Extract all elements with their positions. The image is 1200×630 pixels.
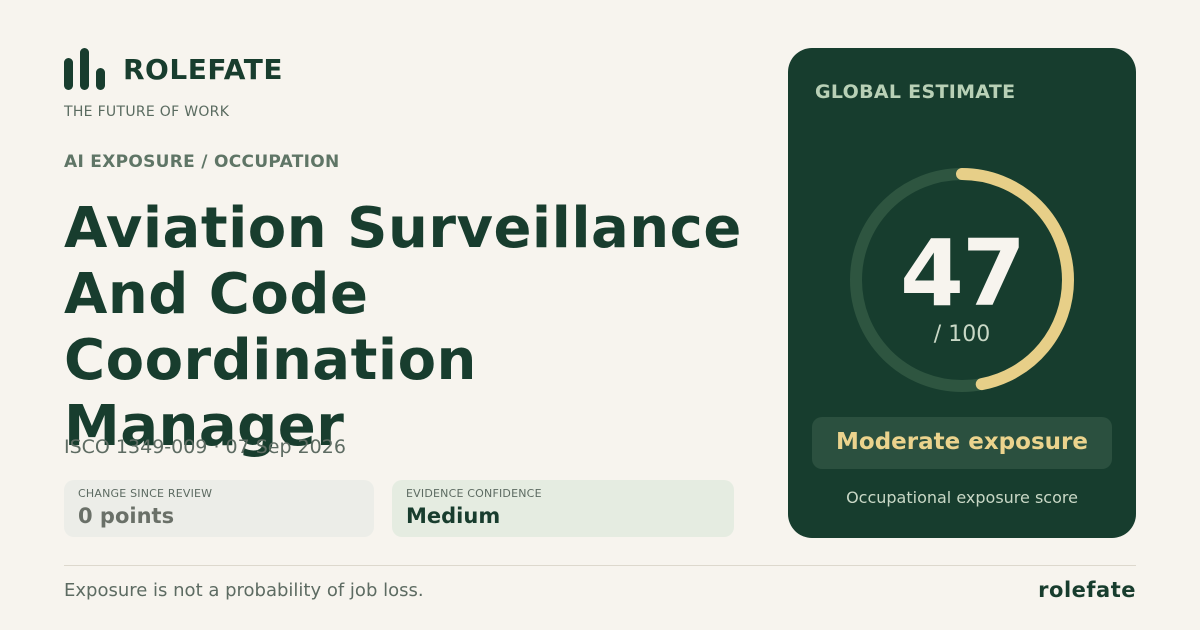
title-line: Aviation Surveillance <box>64 196 742 261</box>
brand-logo: ROLEFATE <box>64 48 283 90</box>
brand-name: ROLEFATE <box>123 52 283 86</box>
isco-code-date: ISCO 1349-009 · 07 Sep 2026 <box>64 436 346 458</box>
occupation-title: Aviation Surveillance And Code Coordinat… <box>64 196 744 460</box>
stat-label: EVIDENCE CONFIDENCE <box>406 487 542 500</box>
evidence-confidence-stat: EVIDENCE CONFIDENCE Medium <box>392 480 734 537</box>
score-max: / 100 <box>933 322 991 347</box>
stat-label: CHANGE SINCE REVIEW <box>78 487 213 500</box>
title-line: And Code Coordination <box>64 262 477 393</box>
card-caption: Occupational exposure score <box>846 488 1078 507</box>
bar-chart-logo-icon <box>64 48 108 90</box>
footer-divider <box>64 565 1136 566</box>
card-label: GLOBAL ESTIMATE <box>815 81 1016 103</box>
score-value: 47 <box>899 220 1026 327</box>
change-since-review-stat: CHANGE SINCE REVIEW 0 points <box>64 480 374 537</box>
disclaimer-text: Exposure is not a probability of job los… <box>64 580 424 601</box>
stat-value: Medium <box>406 504 501 528</box>
brand-tagline: THE FUTURE OF WORK <box>64 104 230 120</box>
exposure-level-badge: Moderate exposure <box>812 417 1112 469</box>
stat-value: 0 points <box>78 504 175 528</box>
footer-brand: rolefate <box>1038 578 1136 602</box>
category-label: AI EXPOSURE / OCCUPATION <box>64 152 340 172</box>
global-estimate-card: GLOBAL ESTIMATE 47 / 100 Moderate exposu… <box>788 48 1136 538</box>
